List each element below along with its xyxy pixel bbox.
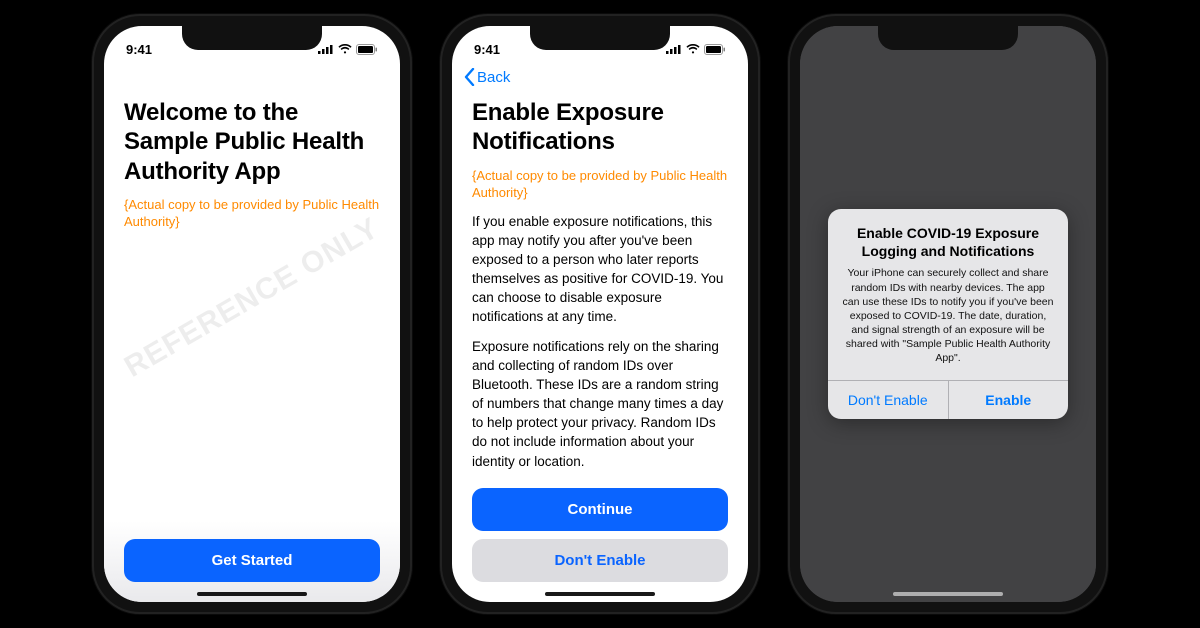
footer: Continue Don't Enable	[452, 470, 748, 602]
notch	[878, 26, 1018, 50]
status-icons	[318, 44, 378, 55]
page-title: Welcome to the Sample Public Health Auth…	[124, 98, 380, 186]
alert-title: Enable COVID-19 Exposure Logging and Not…	[842, 225, 1054, 260]
phone-mockup-1: 9:41 Welcome to the Sample Public Health…	[92, 14, 412, 614]
alert-body: Enable COVID-19 Exposure Logging and Not…	[828, 209, 1068, 379]
home-indicator[interactable]	[893, 592, 1003, 596]
back-label: Back	[477, 69, 510, 86]
content-area: Welcome to the Sample Public Health Auth…	[104, 92, 400, 521]
alert-message: Your iPhone can securely collect and sha…	[842, 266, 1054, 365]
placeholder-copy: {Actual copy to be provided by Public He…	[124, 196, 380, 231]
phone-mockup-3: Enable COVID-19 Exposure Logging and Not…	[788, 14, 1108, 614]
phone-mockup-2: 9:41 Back Enable Exposure Notifications …	[440, 14, 760, 614]
nav-bar: Back	[452, 64, 748, 92]
alert-dont-enable-button[interactable]: Don't Enable	[828, 381, 948, 419]
screen-system-alert: Enable COVID-19 Exposure Logging and Not…	[800, 26, 1096, 602]
alert-backdrop: Enable COVID-19 Exposure Logging and Not…	[800, 26, 1096, 602]
status-icons	[666, 44, 726, 55]
alert-buttons: Don't Enable Enable	[828, 380, 1068, 419]
home-indicator[interactable]	[545, 592, 655, 596]
cellular-icon	[666, 44, 682, 54]
content-area: Enable Exposure Notifications {Actual co…	[452, 92, 748, 470]
status-time: 9:41	[474, 42, 500, 57]
screen-welcome: 9:41 Welcome to the Sample Public Health…	[104, 26, 400, 602]
back-button[interactable]: Back	[464, 68, 510, 86]
notch	[182, 26, 322, 50]
footer: Get Started	[104, 521, 400, 602]
placeholder-copy: {Actual copy to be provided by Public He…	[472, 167, 728, 202]
wifi-icon	[686, 44, 700, 54]
get-started-button[interactable]: Get Started	[124, 539, 380, 582]
wifi-icon	[338, 44, 352, 54]
notch	[530, 26, 670, 50]
nav-bar	[104, 64, 400, 92]
continue-button[interactable]: Continue	[472, 488, 728, 531]
battery-icon	[356, 44, 378, 55]
status-time: 9:41	[126, 42, 152, 57]
page-title: Enable Exposure Notifications	[472, 98, 728, 157]
home-indicator[interactable]	[197, 592, 307, 596]
dont-enable-button[interactable]: Don't Enable	[472, 539, 728, 582]
cellular-icon	[318, 44, 334, 54]
battery-icon	[704, 44, 726, 55]
screen-enable-exposure: 9:41 Back Enable Exposure Notifications …	[452, 26, 748, 602]
body-paragraph-1: If you enable exposure notifications, th…	[472, 212, 728, 327]
system-alert: Enable COVID-19 Exposure Logging and Not…	[828, 209, 1068, 418]
body-paragraph-2: Exposure notifications rely on the shari…	[472, 337, 728, 470]
chevron-left-icon	[464, 68, 475, 86]
alert-enable-button[interactable]: Enable	[948, 381, 1069, 419]
